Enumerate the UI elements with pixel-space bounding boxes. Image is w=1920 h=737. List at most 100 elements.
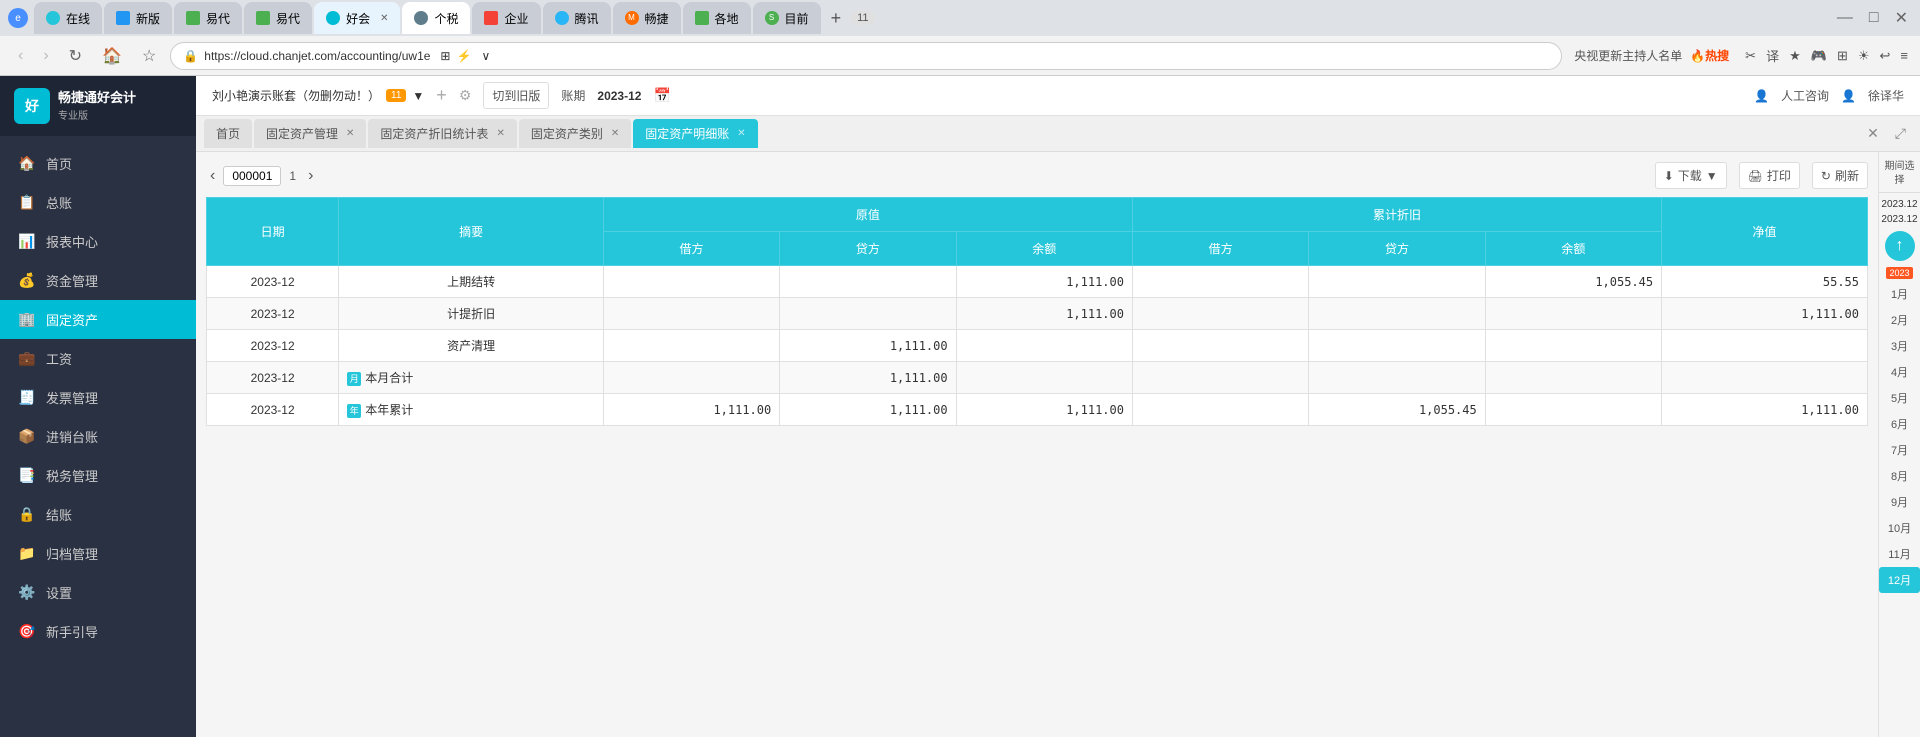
- sidebar-item-payroll[interactable]: 💼 工资: [0, 339, 196, 378]
- calendar-icon[interactable]: 📅: [653, 87, 670, 104]
- browser-tab-gedi[interactable]: 各地: [683, 2, 751, 34]
- period-item-6[interactable]: 6月: [1879, 411, 1920, 437]
- sidebar-item-home[interactable]: 🏠 首页: [0, 144, 196, 183]
- cell-date: 2023-12: [207, 266, 339, 298]
- tab-close-ledger[interactable]: ✕: [737, 128, 745, 139]
- reload-button[interactable]: ↻: [63, 42, 88, 70]
- period-item-3[interactable]: 3月: [1879, 333, 1920, 359]
- help-label[interactable]: 人工咨询: [1781, 87, 1829, 104]
- bookmark-button[interactable]: ☆: [136, 42, 162, 70]
- browser-tab-qiye[interactable]: 企业: [472, 2, 540, 34]
- browser-back[interactable]: e: [8, 8, 28, 28]
- add-account-button[interactable]: +: [436, 85, 447, 106]
- cell-accum-credit: [1309, 266, 1485, 298]
- pager-next[interactable]: ›: [304, 167, 317, 185]
- help-icon: 👤: [1754, 89, 1769, 103]
- period-item-1[interactable]: 1月: [1879, 281, 1920, 307]
- cell-summary: 月本月合计: [339, 362, 604, 394]
- user-label: 徐译华: [1868, 87, 1904, 104]
- period-item-8[interactable]: 8月: [1879, 463, 1920, 489]
- tab-close-haohui[interactable]: ✕: [380, 13, 388, 24]
- period-item-5[interactable]: 5月: [1879, 385, 1920, 411]
- game-icon[interactable]: 🎮: [1811, 48, 1827, 64]
- period-item-7[interactable]: 7月: [1879, 437, 1920, 463]
- forward-button[interactable]: ›: [37, 43, 54, 69]
- account-badge: 11: [386, 89, 406, 102]
- new-tab-button[interactable]: +: [823, 8, 850, 29]
- translate-icon[interactable]: 译: [1766, 46, 1779, 65]
- cell-accum-balance: [1485, 362, 1661, 394]
- minimize-button[interactable]: —: [1833, 5, 1857, 31]
- tab-close-fixed-mgmt[interactable]: ✕: [346, 128, 354, 139]
- browser-tab-new[interactable]: 新版: [104, 2, 172, 34]
- restore-button[interactable]: ✕: [1861, 123, 1885, 144]
- dropdown-icon[interactable]: ▼: [412, 89, 424, 103]
- refresh-button[interactable]: ↻ 刷新: [1812, 162, 1868, 189]
- cell-net-value: 55.55: [1662, 266, 1868, 298]
- pager-prev[interactable]: ‹: [206, 167, 219, 185]
- sidebar-item-inventory[interactable]: 📦 进销台账: [0, 417, 196, 456]
- ledger-table: 日期 摘要 原值 累计折旧 净值 借方 贷方 余额 借方: [206, 197, 1868, 426]
- browser-tab-geshui[interactable]: 个税: [402, 2, 470, 34]
- browser-tab-changjie[interactable]: M 畅捷: [613, 2, 681, 34]
- download-button[interactable]: ⬇ 下载 ▼: [1655, 162, 1727, 189]
- sidebar-item-ledger[interactable]: 📋 总账: [0, 183, 196, 222]
- sidebar-item-reports[interactable]: 📊 报表中心: [0, 222, 196, 261]
- period-item-11[interactable]: 11月: [1879, 541, 1920, 567]
- tab-close-depreciation[interactable]: ✕: [496, 128, 504, 139]
- table-row: 2023-12 上期结转 1,111.00 1,055.45 55.55: [207, 266, 1868, 298]
- menu-icon[interactable]: ≡: [1900, 48, 1908, 63]
- fullscreen-button[interactable]: ⤢: [1889, 123, 1912, 144]
- print-button[interactable]: 🖨 打印: [1739, 162, 1800, 189]
- tab-depreciation-stat[interactable]: 固定资产折旧统计表 ✕: [368, 119, 516, 148]
- settings-small-icon[interactable]: ⚙: [459, 87, 472, 104]
- back-to-top-button[interactable]: ↑: [1885, 231, 1915, 261]
- close-button[interactable]: ✕: [1891, 4, 1912, 32]
- url-bar[interactable]: 🔒 https://cloud.chanjet.com/accounting/u…: [170, 42, 1562, 70]
- sidebar-item-settings[interactable]: ⚙️ 设置: [0, 573, 196, 612]
- home-button[interactable]: 🏠: [96, 42, 128, 70]
- download-dropdown-icon[interactable]: ▼: [1706, 169, 1718, 183]
- ssl-icon: 🔒: [183, 49, 198, 63]
- sidebar-item-guide[interactable]: 🎯 新手引导: [0, 612, 196, 651]
- search-text: 央视更新主持人名单: [1574, 47, 1682, 64]
- sidebar-item-closing[interactable]: 🔒 结账: [0, 495, 196, 534]
- period-item-12[interactable]: 12月: [1879, 567, 1920, 593]
- cell-orig-balance: 1,111.00: [956, 394, 1132, 426]
- sidebar-item-fixed-assets[interactable]: 🏢 固定资产: [0, 300, 196, 339]
- period-item-10[interactable]: 10月: [1879, 515, 1920, 541]
- browser-tab-online[interactable]: 在线: [34, 2, 102, 34]
- tab-fixed-mgmt[interactable]: 固定资产管理 ✕: [254, 119, 366, 148]
- browser-tab-yidai2[interactable]: 易代: [244, 2, 312, 34]
- url-dropdown[interactable]: ∨: [481, 49, 490, 63]
- sidebar-item-tax[interactable]: 📑 税务管理: [0, 456, 196, 495]
- tab-fixed-ledger[interactable]: 固定资产明细账 ✕: [633, 119, 757, 148]
- cell-accum-debit: [1132, 266, 1308, 298]
- period-item-2[interactable]: 2月: [1879, 307, 1920, 333]
- tab-close-category[interactable]: ✕: [611, 128, 619, 139]
- switch-version-button[interactable]: 切到旧版: [483, 82, 549, 109]
- sidebar-item-archive[interactable]: 📁 归档管理: [0, 534, 196, 573]
- cell-net-value: 1,111.00: [1662, 394, 1868, 426]
- browser-tab-haohui[interactable]: 好会 ✕: [314, 2, 400, 34]
- browser-tab-yidai1[interactable]: 易代: [174, 2, 242, 34]
- browser-tab-tencent[interactable]: 腾讯: [543, 2, 611, 34]
- logo-icon: 好: [14, 88, 50, 124]
- sidebar-item-funds[interactable]: 💰 资金管理: [0, 261, 196, 300]
- cell-date: 2023-12: [207, 394, 339, 426]
- period-item-9[interactable]: 9月: [1879, 489, 1920, 515]
- nav-bar: ‹ 000001 1 › ⬇ 下载 ▼ 🖨 打印: [206, 162, 1868, 189]
- sidebar-item-invoice[interactable]: 🧾 发票管理: [0, 378, 196, 417]
- grid-icon[interactable]: ⊞: [1837, 48, 1848, 64]
- star-icon[interactable]: ★: [1789, 48, 1801, 64]
- back-button[interactable]: ‹: [12, 43, 29, 69]
- undo-icon[interactable]: ↩: [1880, 48, 1891, 64]
- tab-fixed-category[interactable]: 固定资产类别 ✕: [519, 119, 631, 148]
- period-item-4[interactable]: 4月: [1879, 359, 1920, 385]
- browser-tab-muqian[interactable]: S 目前: [753, 2, 821, 34]
- scissors-icon[interactable]: ✂: [1745, 48, 1756, 64]
- cell-date: 2023-12: [207, 298, 339, 330]
- tab-home[interactable]: 首页: [204, 119, 252, 148]
- maximize-button[interactable]: □: [1865, 5, 1883, 31]
- brightness-icon[interactable]: ☀: [1858, 48, 1870, 64]
